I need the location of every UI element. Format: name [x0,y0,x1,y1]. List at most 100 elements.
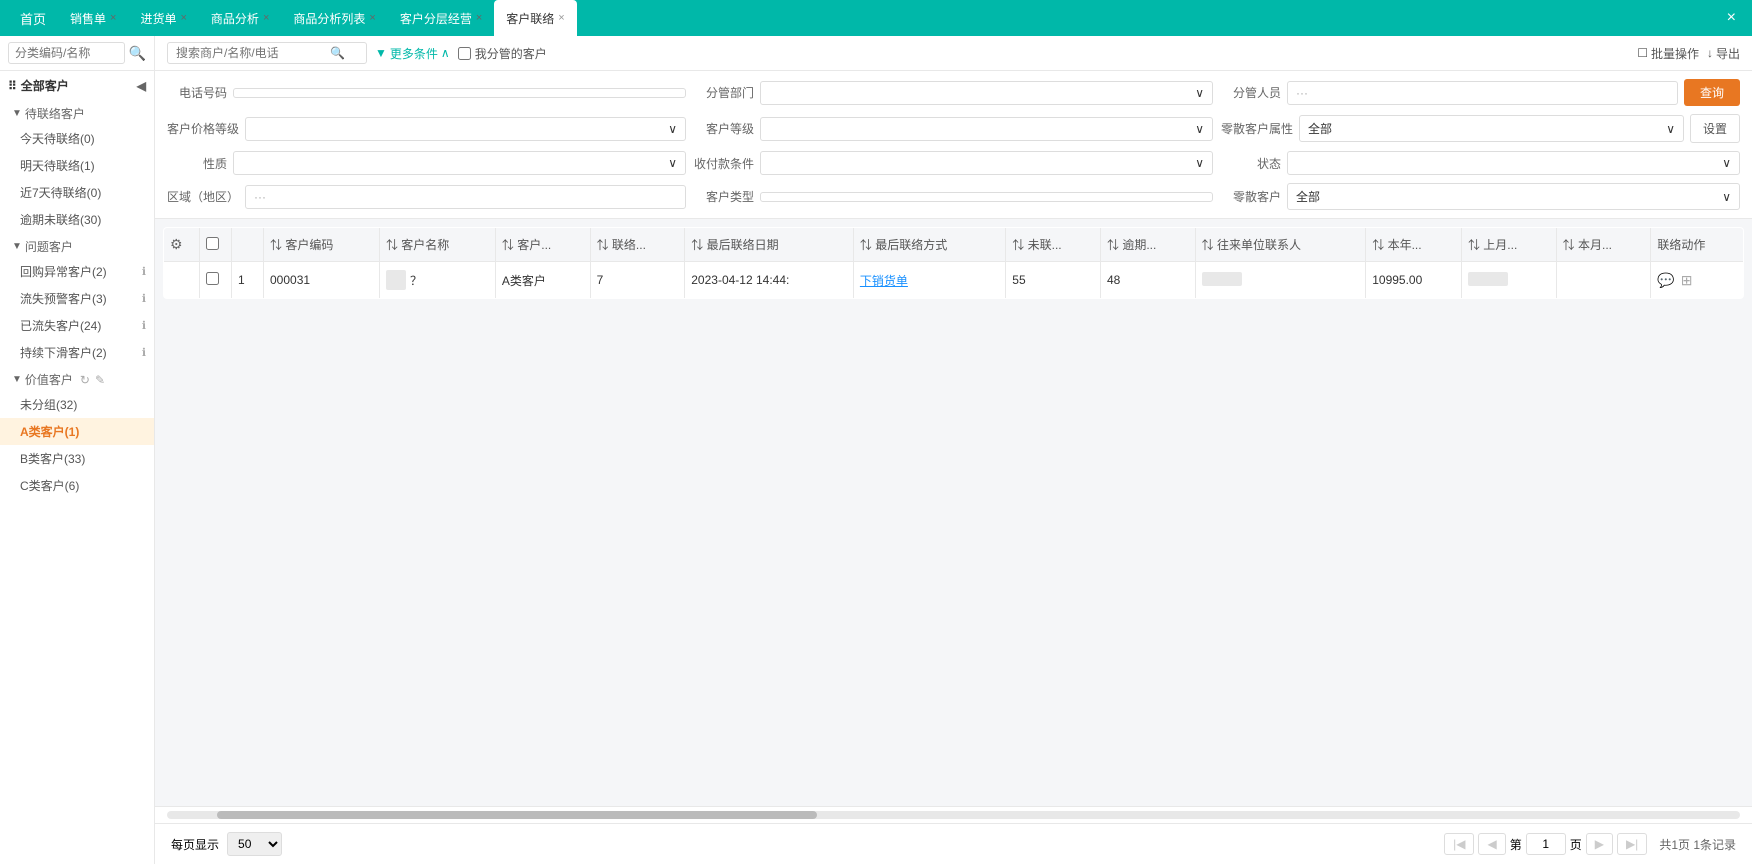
filter-row-cust-type: 客户类型 [694,183,1213,210]
payment-select[interactable]: ∨ [760,151,1213,175]
sidebar-item-tomorrow-contact[interactable]: 明天待联络(1) [0,152,154,179]
col-no-contact-header[interactable]: ⇅ 未联... [1006,228,1101,262]
filter-icon: ▼ [375,46,387,60]
col-contact-header[interactable]: ⇅ 联络... [590,228,685,262]
sidebar-item-class-b[interactable]: B类客户(33) [0,445,154,472]
cust-level-select[interactable]: ∨ [760,117,1213,141]
price-level-label: 客户价格等级 [167,120,239,137]
filter-search-icon[interactable]: 🔍 [330,46,345,60]
col-gear[interactable]: ⚙ [164,228,200,262]
select-all-checkbox[interactable] [206,237,219,250]
sidebar-item-overdue-contact[interactable]: 逾期未联络(30) [0,206,154,233]
row-checkbox-cell[interactable] [200,262,232,299]
collapse-sidebar-icon[interactable]: ◀ [137,79,146,93]
page-size-select[interactable]: 50 100 200 [227,832,282,856]
query-btn[interactable]: 查询 [1684,79,1740,106]
nature-select[interactable]: ∨ [233,151,686,175]
sidebar-item-churned[interactable]: 已流失客户(24) ℹ [0,312,154,339]
col-unit-contact-header[interactable]: ⇅ 往来单位联系人 [1195,228,1366,262]
retail-attr-label: 零散客户属性 [1221,120,1293,137]
refresh-icon[interactable]: ↻ [80,373,90,387]
my-customers-checkbox[interactable] [458,47,471,60]
price-level-arrow-icon: ∨ [668,122,677,136]
retail-select[interactable]: 全部 ∨ [1287,183,1740,210]
col-overdue-header[interactable]: ⇅ 逾期... [1100,228,1195,262]
phone-input[interactable] [233,88,686,98]
sidebar-search-icon[interactable]: 🔍 [129,45,146,62]
person-input[interactable]: ··· [1287,81,1678,105]
next-page-btn[interactable]: ▶ [1586,833,1613,855]
col-checkbox-header[interactable] [200,228,232,262]
col-this-year-header[interactable]: ⇅ 本年... [1366,228,1462,262]
retail-attr-select[interactable]: 全部 ∨ [1299,115,1684,142]
horizontal-scrollbar[interactable] [167,811,1740,819]
group-value-customers[interactable]: ▼ 价值客户 ↻ ✎ [0,366,154,391]
table-gear-icon[interactable]: ⚙ [170,236,183,252]
region-input[interactable]: ··· [245,185,686,209]
page-number-input[interactable] [1526,833,1566,855]
more-filters-btn[interactable]: ▼ 更多条件 ∧ [375,45,450,62]
col-last-date-sort-icon: ⇅ [691,238,703,252]
sidebar-item-declining[interactable]: 持续下滑客户(2) ℹ [0,339,154,366]
my-customers-filter[interactable]: 我分管的客户 [458,45,547,62]
col-this-year-sort-icon: ⇅ [1372,238,1384,252]
chat-icon[interactable]: 💬 [1657,272,1674,289]
sidebar-item-churn-warning[interactable]: 流失预警客户(3) ℹ [0,285,154,312]
qr-icon[interactable]: ⊞ [1681,272,1693,289]
close-all-tabs[interactable]: × [1719,9,1744,27]
col-last-date-header[interactable]: ⇅ 最后联络日期 [685,228,854,262]
close-tab-customer-tier[interactable]: × [476,12,482,24]
nav-tab-customer-tier[interactable]: 客户分层经营 × [388,0,494,36]
edit-group-icon[interactable]: ✎ [95,373,105,387]
close-tab-purchase[interactable]: × [180,12,186,24]
nav-tab-analysis[interactable]: 商品分析 × [199,0,281,36]
row-overdue-cell: 48 [1100,262,1195,299]
price-level-select[interactable]: ∨ [245,117,686,141]
status-select[interactable]: ∨ [1287,151,1740,175]
payment-label: 收付款条件 [694,155,754,172]
sidebar-item-class-c[interactable]: C类客户(6) [0,472,154,499]
group-pending-contact[interactable]: ▼ 待联络客户 [0,100,154,125]
col-this-month-header[interactable]: ⇅ 本月... [1556,228,1651,262]
sidebar-item-abnormal-repurchase[interactable]: 回购异常客户(2) ℹ [0,258,154,285]
close-tab-sales[interactable]: × [110,12,116,24]
nav-tab-customer-contact[interactable]: 客户联络 × [494,0,576,36]
sidebar-item-7days-contact[interactable]: 近7天待联络(0) [0,179,154,206]
dept-select[interactable]: ∨ [760,81,1213,105]
all-customers-header[interactable]: ⠿ 全部客户 ◀ [0,71,154,100]
last-page-btn[interactable]: ▶| [1617,833,1647,855]
close-tab-customer-contact[interactable]: × [558,12,564,24]
col-code-sort-icon: ⇅ [270,238,282,252]
cust-type-input[interactable] [760,192,1213,202]
row-last-method-cell[interactable]: 下销货单 [853,262,1005,299]
export-btn[interactable]: ↓ 导出 [1707,45,1740,62]
col-name-header[interactable]: ⇅ 客户名称 [379,228,495,262]
close-tab-analysis[interactable]: × [263,12,269,24]
close-tab-analysis-list[interactable]: × [369,12,375,24]
group-problem-customers[interactable]: ▼ 问题客户 [0,233,154,258]
col-last-method-header[interactable]: ⇅ 最后联络方式 [853,228,1005,262]
filter-search-input[interactable] [176,46,326,60]
row-name-cell: ？ [379,262,495,299]
sidebar-item-unclassified[interactable]: 未分组(32) [0,391,154,418]
col-contact-sort-icon: ⇅ [597,238,609,252]
nav-tab-analysis-list[interactable]: 商品分析列表 × [281,0,387,36]
nav-tab-purchase[interactable]: 进货单 × [128,0,198,36]
scrollbar-thumb[interactable] [217,811,817,819]
prev-page-btn[interactable]: ◀ [1478,833,1505,855]
filter-row-price-level: 客户价格等级 ∨ [167,114,686,143]
col-code-header[interactable]: ⇅ 客户编码 [264,228,380,262]
batch-ops-btn[interactable]: ☐ 批量操作 [1637,45,1699,62]
nav-tab-sales[interactable]: 销售单 × [58,0,128,36]
filter-row-retail-attr: 零散客户属性 全部 ∨ 设置 [1221,114,1740,143]
first-page-btn[interactable]: |◀ [1444,833,1474,855]
nav-home[interactable]: 首页 [8,9,58,28]
sidebar-item-today-contact[interactable]: 今天待联络(0) [0,125,154,152]
col-type-header[interactable]: ⇅ 客户... [495,228,590,262]
sidebar-search-input[interactable] [8,42,125,64]
filter-search-box[interactable]: 🔍 [167,42,367,64]
col-last-month-header[interactable]: ⇅ 上月... [1461,228,1556,262]
sidebar-item-class-a[interactable]: A类客户(1) [0,418,154,445]
row-select-checkbox[interactable] [206,272,219,285]
setting-btn[interactable]: 设置 [1690,114,1740,143]
